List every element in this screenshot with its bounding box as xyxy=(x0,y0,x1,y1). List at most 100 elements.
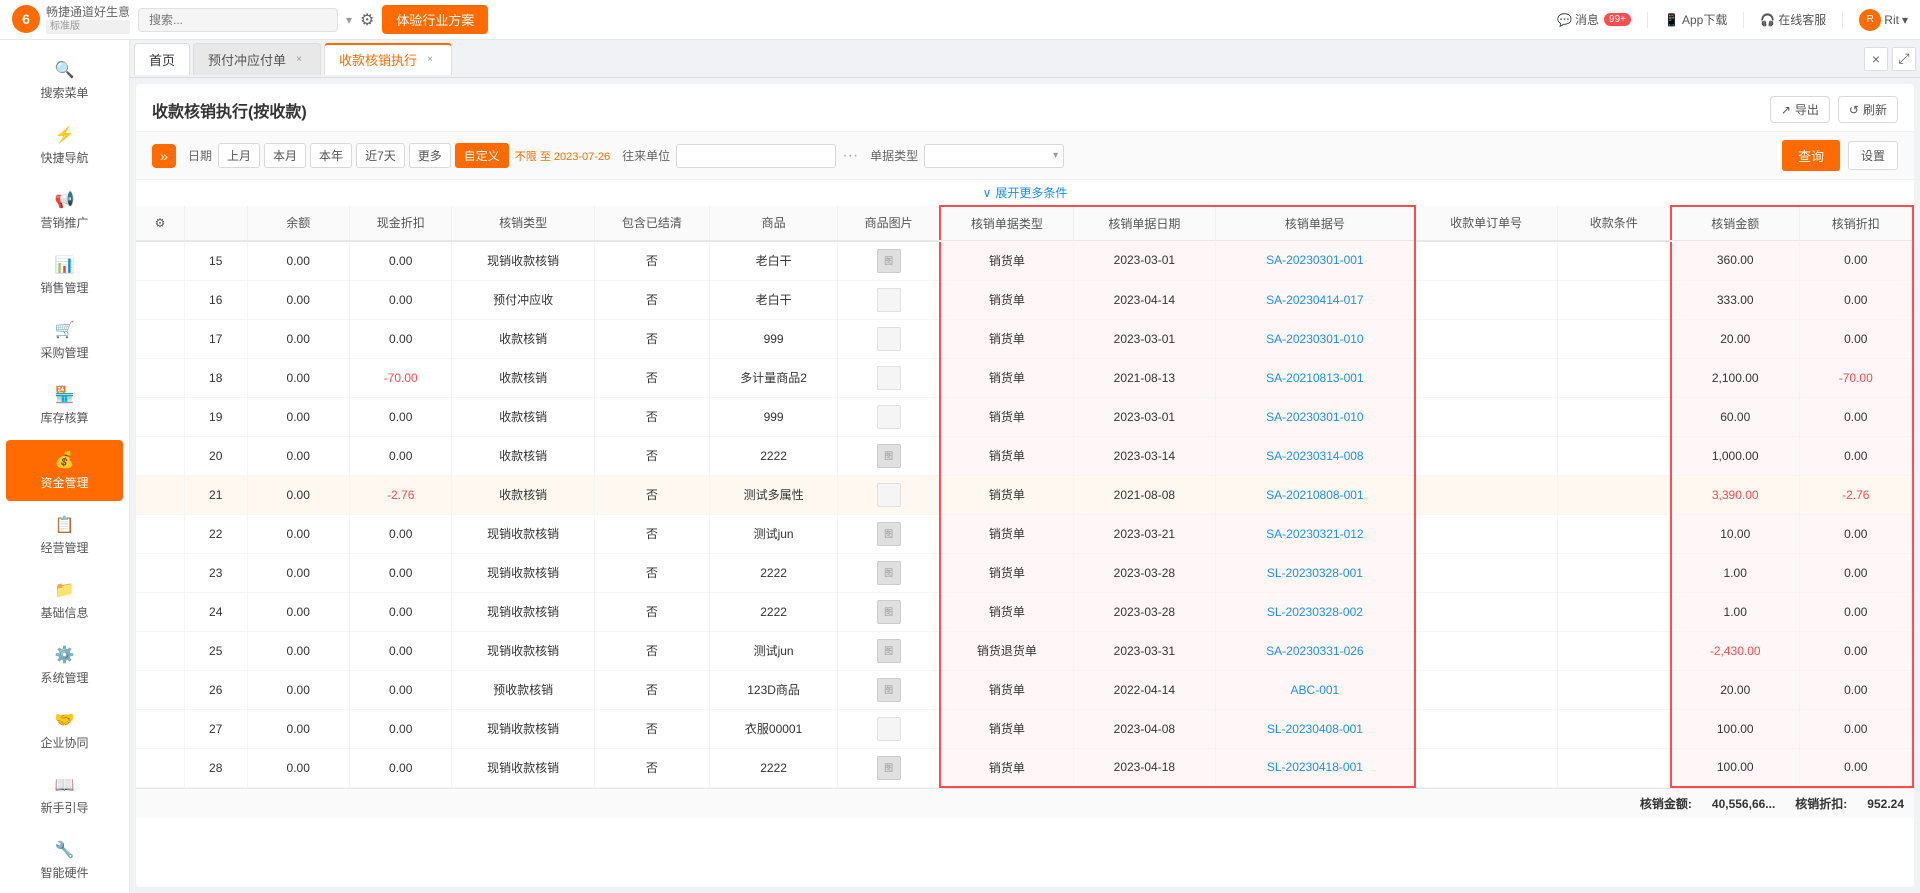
verify-type-cell: 现销收款核销 xyxy=(452,553,594,592)
sidebar-label-management: 经营管理 xyxy=(40,539,88,556)
bill-no-cell[interactable]: SA-20210808-001 xyxy=(1216,475,1415,514)
goods-image-cell: 图 xyxy=(838,436,940,475)
row-num-cell: 15 xyxy=(184,241,247,281)
bill-no-cell[interactable]: SL-20230328-001 xyxy=(1216,553,1415,592)
receipt-order-no-cell xyxy=(1415,748,1557,787)
sidebar: 🔍 搜索菜单 ⚡ 快捷导航 📢 营销推广 📊 销售管理 🛒 采购管理 🏪 库存核… xyxy=(0,40,130,893)
tab-prepay-close-icon[interactable]: × xyxy=(292,52,306,66)
tab-home[interactable]: 首页 xyxy=(134,43,190,75)
sidebar-item-management[interactable]: 📋 经营管理 xyxy=(6,505,123,566)
table-row: 260.000.00预收款核销否123D商品图销货单2022-04-14ABC-… xyxy=(136,670,1913,709)
refresh-button[interactable]: ↺ 刷新 xyxy=(1838,96,1898,123)
col-bill-no: 核销单据号 xyxy=(1216,206,1415,241)
goods-image-cell: 图 xyxy=(838,631,940,670)
sidebar-item-hardware[interactable]: 🔧 智能硬件 xyxy=(6,830,123,891)
bill-no-cell[interactable]: SL-20230408-001 xyxy=(1216,709,1415,748)
sidebar-item-marketing[interactable]: 📢 营销推广 xyxy=(6,180,123,241)
row-num-cell: 16 xyxy=(184,280,247,319)
date-custom-btn[interactable]: 自定义 xyxy=(455,143,509,168)
industry-solution-button[interactable]: 体验行业方案 xyxy=(382,5,488,34)
bill-no-cell[interactable]: SL-20230328-002 xyxy=(1216,592,1415,631)
bill-no-cell[interactable]: SL-20230418-001 xyxy=(1216,748,1415,787)
quick-nav-icon: ⚡ xyxy=(55,125,75,145)
search-input[interactable] xyxy=(138,8,338,32)
sidebar-item-basic-info[interactable]: 📁 基础信息 xyxy=(6,570,123,631)
message-item[interactable]: 💬 消息 99+ xyxy=(1557,11,1631,28)
sidebar-item-guide[interactable]: 📖 新手引导 xyxy=(6,765,123,826)
from-unit-input[interactable] xyxy=(676,144,836,168)
table-row: 190.000.00收款核销否999销货单2023-03-01SA-202303… xyxy=(136,397,1913,436)
tab-receipt-verify[interactable]: 收款核销执行 × xyxy=(324,43,452,75)
bill-no-cell[interactable]: SA-20230414-017 xyxy=(1216,280,1415,319)
query-button[interactable]: 查询 xyxy=(1782,140,1840,171)
bill-no-cell[interactable]: SA-20210813-001 xyxy=(1216,358,1415,397)
sidebar-item-purchase[interactable]: 🛒 采购管理 xyxy=(6,310,123,371)
receipt-condition-cell xyxy=(1557,631,1671,670)
bill-no-cell[interactable]: SA-20230301-010 xyxy=(1216,319,1415,358)
online-service-item[interactable]: 🎧 在线客服 xyxy=(1760,11,1826,28)
tab-receipt-verify-close-icon[interactable]: × xyxy=(423,53,437,67)
balance-cell: 0.00 xyxy=(247,319,349,358)
user-item[interactable]: R Rit ▾ xyxy=(1859,9,1908,31)
verify-discount-cell: 0.00 xyxy=(1799,280,1913,319)
bill-no-cell[interactable]: ABC-001 xyxy=(1216,670,1415,709)
search-chevron-icon[interactable]: ▾ xyxy=(346,13,352,27)
bill-date-cell: 2023-03-01 xyxy=(1073,397,1215,436)
sidebar-item-finance[interactable]: 💰 资金管理 xyxy=(6,440,123,501)
verify-amount-cell: 100.00 xyxy=(1671,748,1799,787)
sidebar-item-search[interactable]: 🔍 搜索菜单 xyxy=(6,50,123,111)
bill-type-cell: 销货单 xyxy=(940,748,1073,787)
footer-verify-discount-value: 952.24 xyxy=(1867,797,1904,811)
bill-type-select[interactable] xyxy=(924,144,1064,168)
row-num-cell: 22 xyxy=(184,514,247,553)
system-icon: ⚙️ xyxy=(55,645,75,665)
verify-discount-cell: 0.00 xyxy=(1799,631,1913,670)
divider2 xyxy=(1743,12,1744,28)
included-settled-cell: 否 xyxy=(594,592,709,631)
date-this-year-btn[interactable]: 本年 xyxy=(310,143,352,168)
receipt-order-no-cell xyxy=(1415,241,1557,281)
bill-date-cell: 2023-03-21 xyxy=(1073,514,1215,553)
table-row: 240.000.00现销收款核销否2222图销货单2023-03-28SL-20… xyxy=(136,592,1913,631)
bill-type-cell: 销货单 xyxy=(940,670,1073,709)
tab-maximize-btn[interactable]: ⤢ xyxy=(1892,47,1916,71)
bill-type-cell: 销货单 xyxy=(940,592,1073,631)
sidebar-label-search: 搜索菜单 xyxy=(40,84,88,101)
bill-no-cell[interactable]: SA-20230301-001 xyxy=(1216,241,1415,281)
sidebar-item-system[interactable]: ⚙️ 系统管理 xyxy=(6,635,123,696)
online-service-icon: 🎧 xyxy=(1760,13,1775,27)
goods-cell: 多计量商品2 xyxy=(710,358,838,397)
filter-right-actions: 查询 设置 xyxy=(1782,140,1898,171)
settings-icon[interactable]: ⚙ xyxy=(360,10,374,30)
goods-image-cell: 图 xyxy=(838,748,940,787)
row-num-cell: 24 xyxy=(184,592,247,631)
filter-settings-button[interactable]: 设置 xyxy=(1848,141,1898,170)
goods-cell: 老白干 xyxy=(710,241,838,281)
sidebar-label-collab: 企业协同 xyxy=(40,734,88,751)
expand-more-row[interactable]: ∨ 展开更多条件 xyxy=(136,180,1914,205)
bill-type-cell: 销货单 xyxy=(940,397,1073,436)
bill-no-cell[interactable]: SA-20230301-010 xyxy=(1216,397,1415,436)
sidebar-item-sales[interactable]: 📊 销售管理 xyxy=(6,245,123,306)
goods-cell: 测试jun xyxy=(710,514,838,553)
sidebar-item-inventory[interactable]: 🏪 库存核算 xyxy=(6,375,123,436)
included-settled-cell: 否 xyxy=(594,319,709,358)
bill-no-cell[interactable]: SA-20230331-026 xyxy=(1216,631,1415,670)
app-download-item[interactable]: 📱 App下载 xyxy=(1664,11,1727,28)
export-button[interactable]: ↗ 导出 xyxy=(1770,96,1830,123)
included-settled-cell: 否 xyxy=(594,709,709,748)
sidebar-item-collab[interactable]: 🤝 企业协同 xyxy=(6,700,123,761)
main-table: ⚙ 余额 现金折扣 核销类型 包含已结清 商品 商品图片 核销单据类型 核销单据… xyxy=(136,205,1914,788)
tab-prepay[interactable]: 预付冲应付单 × xyxy=(193,43,321,75)
date-more-btn[interactable]: 更多 xyxy=(409,143,451,168)
sidebar-item-quick-nav[interactable]: ⚡ 快捷导航 xyxy=(6,115,123,176)
bill-no-cell[interactable]: SA-20230314-008 xyxy=(1216,436,1415,475)
date-last-month-btn[interactable]: 上月 xyxy=(218,143,260,168)
tab-close-btn[interactable]: × xyxy=(1864,47,1888,71)
col-settings[interactable]: ⚙ xyxy=(136,206,184,241)
date-last-7days-btn[interactable]: 近7天 xyxy=(356,143,405,168)
receipt-condition-cell xyxy=(1557,280,1671,319)
bill-no-cell[interactable]: SA-20230321-012 xyxy=(1216,514,1415,553)
date-this-month-btn[interactable]: 本月 xyxy=(264,143,306,168)
filter-expand-button[interactable]: » xyxy=(152,144,176,168)
